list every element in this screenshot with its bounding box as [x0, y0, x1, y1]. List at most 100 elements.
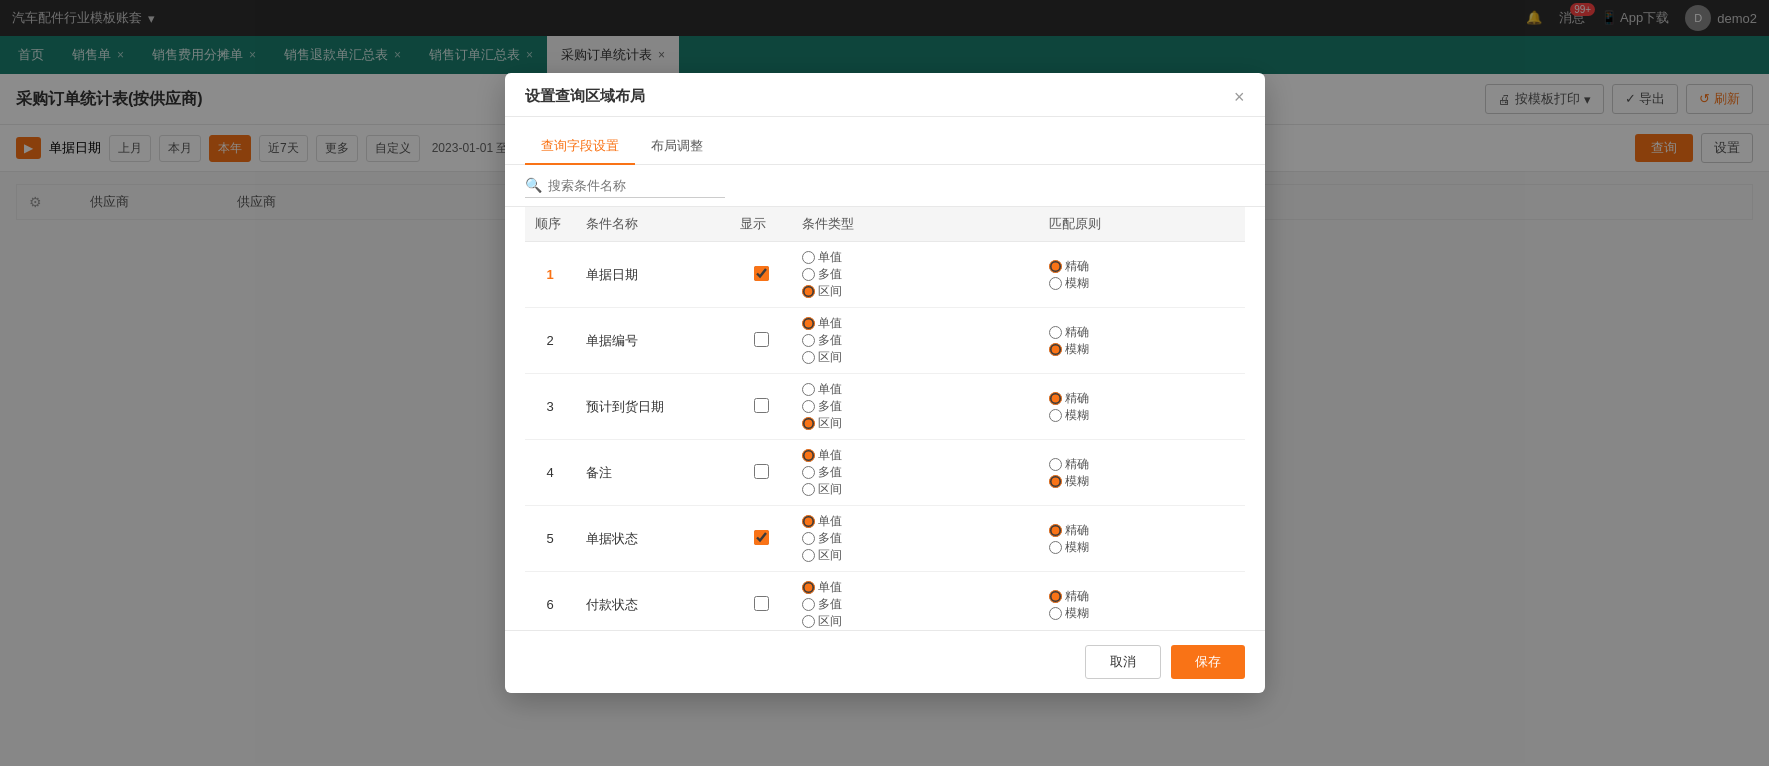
type-radio-type_single[interactable] [802, 251, 815, 264]
type-radio-type_single[interactable] [802, 383, 815, 396]
search-input[interactable] [548, 178, 725, 193]
name-cell: 单据编号 [576, 308, 730, 374]
col-header-match: 匹配原则 [1039, 207, 1245, 242]
display-cell[interactable] [730, 374, 792, 440]
col-header-name: 条件名称 [576, 207, 730, 242]
type-radio-label-type_single[interactable]: 单值 [802, 513, 1021, 530]
display-cell[interactable] [730, 506, 792, 572]
type-radio-type_range[interactable] [802, 483, 815, 496]
display-cell[interactable] [730, 572, 792, 631]
table-row: 6付款状态单值多值区间精确模糊 [525, 572, 1245, 631]
display-checkbox[interactable] [754, 596, 769, 611]
cancel-button[interactable]: 取消 [1085, 645, 1161, 679]
type-radio-label-type_single[interactable]: 单值 [802, 447, 1021, 464]
modal-overlay: 设置查询区域布局 × 查询字段设置 布局调整 🔍 [0, 0, 1769, 766]
match-radio-match_exact[interactable] [1049, 326, 1062, 339]
match-radio-label-match_exact[interactable]: 精确 [1049, 258, 1227, 275]
display-cell[interactable] [730, 308, 792, 374]
match-cell: 精确模糊 [1039, 506, 1245, 572]
match-radio-match_exact[interactable] [1049, 524, 1062, 537]
seq-cell: 1 [525, 242, 576, 308]
display-checkbox[interactable] [754, 398, 769, 413]
type-radio-label-type_range[interactable]: 区间 [802, 613, 1021, 630]
match-radio-match_exact[interactable] [1049, 458, 1062, 471]
match-radio-match_exact[interactable] [1049, 260, 1062, 273]
type-radio-label-type_multi[interactable]: 多值 [802, 398, 1021, 415]
modal-close-button[interactable]: × [1234, 88, 1245, 106]
match-radio-match_fuzzy[interactable] [1049, 475, 1062, 488]
match-cell: 精确模糊 [1039, 440, 1245, 506]
match-radio-label-match_fuzzy[interactable]: 模糊 [1049, 407, 1227, 424]
match-radio-match_fuzzy[interactable] [1049, 343, 1062, 356]
match-radio-label-match_exact[interactable]: 精确 [1049, 456, 1227, 473]
match-radio-match_fuzzy[interactable] [1049, 541, 1062, 554]
match-radio-label-match_exact[interactable]: 精确 [1049, 390, 1227, 407]
type-radio-label-type_range[interactable]: 区间 [802, 283, 1021, 300]
match-radio-label-match_fuzzy[interactable]: 模糊 [1049, 605, 1227, 622]
type-cell: 单值多值区间 [792, 374, 1039, 440]
type-radio-type_range[interactable] [802, 615, 815, 628]
type-radio-label-type_range[interactable]: 区间 [802, 415, 1021, 432]
type-radio-type_single[interactable] [802, 449, 815, 462]
type-radio-type_range[interactable] [802, 549, 815, 562]
type-radio-type_multi[interactable] [802, 466, 815, 479]
match-radio-label-match_exact[interactable]: 精确 [1049, 588, 1227, 605]
match-radio-label-match_fuzzy[interactable]: 模糊 [1049, 539, 1227, 556]
tab-query-fields[interactable]: 查询字段设置 [525, 129, 635, 165]
display-checkbox[interactable] [754, 332, 769, 347]
type-radio-label-type_multi[interactable]: 多值 [802, 266, 1021, 283]
tab-layout-adjust[interactable]: 布局调整 [635, 129, 719, 165]
search-wrap: 🔍 [525, 177, 725, 198]
type-radio-label-type_range[interactable]: 区间 [802, 481, 1021, 498]
display-checkbox[interactable] [754, 464, 769, 479]
type-radio-label-type_single[interactable]: 单值 [802, 249, 1021, 266]
type-radio-type_single[interactable] [802, 317, 815, 330]
match-radio-label-match_exact[interactable]: 精确 [1049, 324, 1227, 341]
match-radio-label-match_fuzzy[interactable]: 模糊 [1049, 275, 1227, 292]
type-radio-type_multi[interactable] [802, 532, 815, 545]
type-cell: 单值多值区间 [792, 242, 1039, 308]
type-radio-type_range[interactable] [802, 351, 815, 364]
type-radio-label-type_range[interactable]: 区间 [802, 547, 1021, 564]
type-radio-label-type_single[interactable]: 单值 [802, 315, 1021, 332]
match-radio-match_fuzzy[interactable] [1049, 607, 1062, 620]
type-radio-type_range[interactable] [802, 285, 815, 298]
display-checkbox[interactable] [754, 530, 769, 545]
type-radio-type_range[interactable] [802, 417, 815, 430]
match-radio-label-match_fuzzy[interactable]: 模糊 [1049, 473, 1227, 490]
match-radio-label-match_exact[interactable]: 精确 [1049, 522, 1227, 539]
type-radio-type_multi[interactable] [802, 268, 815, 281]
seq-cell: 4 [525, 440, 576, 506]
name-cell: 单据日期 [576, 242, 730, 308]
type-radio-label-type_range[interactable]: 区间 [802, 349, 1021, 366]
match-radio-match_exact[interactable] [1049, 590, 1062, 603]
type-radio-type_multi[interactable] [802, 334, 815, 347]
match-cell: 精确模糊 [1039, 242, 1245, 308]
table-row: 5单据状态单值多值区间精确模糊 [525, 506, 1245, 572]
match-radio-label-match_fuzzy[interactable]: 模糊 [1049, 341, 1227, 358]
match-radio-match_fuzzy[interactable] [1049, 409, 1062, 422]
name-cell: 预计到货日期 [576, 374, 730, 440]
type-radio-type_single[interactable] [802, 581, 815, 594]
display-cell[interactable] [730, 242, 792, 308]
type-radio-type_single[interactable] [802, 515, 815, 528]
type-radio-label-type_multi[interactable]: 多值 [802, 530, 1021, 547]
type-radio-label-type_multi[interactable]: 多值 [802, 464, 1021, 481]
page-content: 采购订单统计表(按供应商) 🖨 按模板打印 ▾ ✓ 导出 ↺ 刷新 ▶ 单据日期… [0, 74, 1769, 766]
table-row: 2单据编号单值多值区间精确模糊 [525, 308, 1245, 374]
save-button[interactable]: 保存 [1171, 645, 1245, 679]
match-radio-match_exact[interactable] [1049, 392, 1062, 405]
type-radio-label-type_single[interactable]: 单值 [802, 579, 1021, 596]
name-cell: 单据状态 [576, 506, 730, 572]
type-radio-label-type_single[interactable]: 单值 [802, 381, 1021, 398]
match-radio-match_fuzzy[interactable] [1049, 277, 1062, 290]
type-radio-label-type_multi[interactable]: 多值 [802, 596, 1021, 613]
modal-header: 设置查询区域布局 × [505, 73, 1265, 117]
display-checkbox[interactable] [754, 266, 769, 281]
type-radio-type_multi[interactable] [802, 400, 815, 413]
display-cell[interactable] [730, 440, 792, 506]
type-radio-type_multi[interactable] [802, 598, 815, 611]
type-radio-label-type_multi[interactable]: 多值 [802, 332, 1021, 349]
match-cell: 精确模糊 [1039, 308, 1245, 374]
seq-cell: 6 [525, 572, 576, 631]
